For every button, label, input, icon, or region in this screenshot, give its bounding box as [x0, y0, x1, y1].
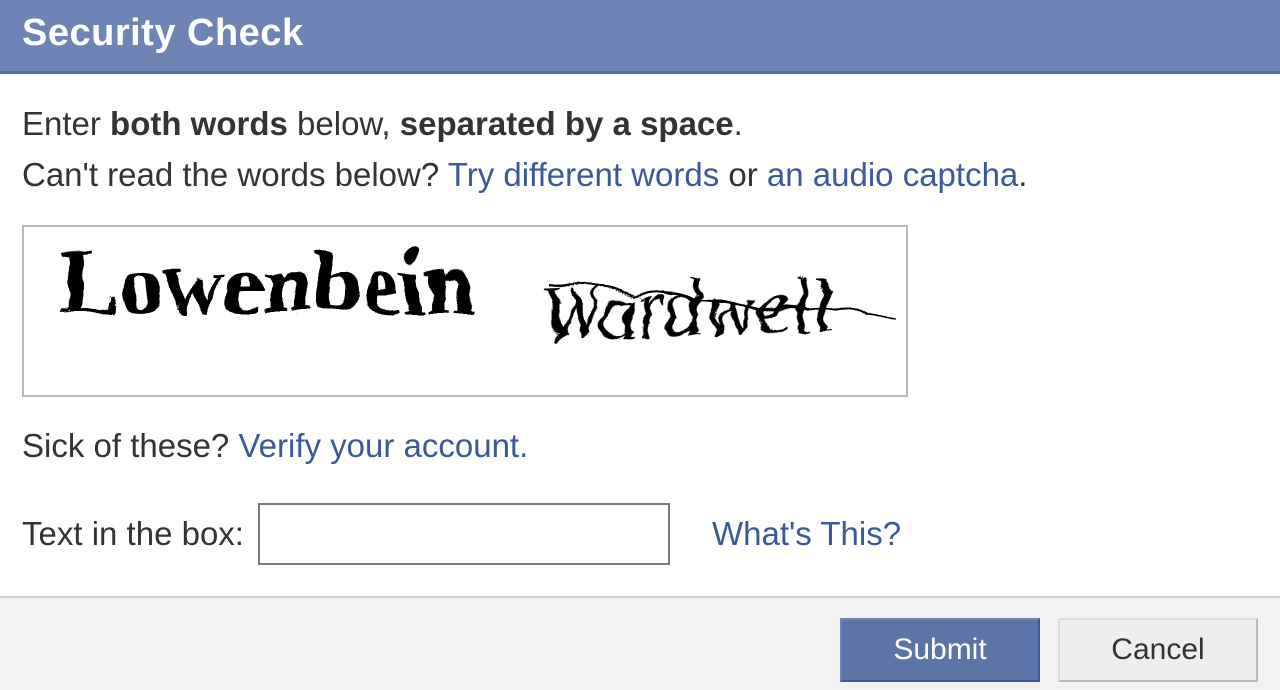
instruction-mid: below, — [288, 105, 400, 142]
dialog-footer: Submit Cancel — [0, 596, 1280, 690]
dialog-body: Enter both words below, separated by a s… — [0, 74, 1280, 583]
instructions-line-2: Can't read the words below? Try differen… — [22, 153, 1258, 198]
dialog-title: Security Check — [22, 12, 1258, 55]
captcha-input-row: Text in the box: What's This? — [22, 503, 1258, 565]
cancel-button[interactable]: Cancel — [1058, 618, 1258, 682]
try-different-words-link[interactable]: Try different words — [448, 156, 719, 193]
instruction-suffix: . — [734, 105, 743, 142]
captcha-distorted-text: Lowenbein Wardwell — [34, 231, 896, 391]
verify-account-link[interactable]: Verify your account. — [238, 427, 528, 464]
captcha-input-label: Text in the box: — [22, 515, 244, 553]
captcha-word-1: Lowenbein — [55, 232, 471, 329]
audio-captcha-link[interactable]: an audio captcha — [767, 156, 1018, 193]
instructions-line-1: Enter both words below, separated by a s… — [22, 102, 1258, 147]
dialog-header: Security Check — [0, 0, 1280, 74]
submit-button[interactable]: Submit — [840, 618, 1040, 682]
instruction-bold-1: both words — [110, 105, 288, 142]
period: . — [1018, 156, 1027, 193]
or-text: or — [719, 156, 767, 193]
captcha-input[interactable] — [258, 503, 670, 565]
sick-prefix: Sick of these? — [22, 427, 238, 464]
whats-this-link[interactable]: What's This? — [712, 515, 901, 553]
instruction-text: Enter — [22, 105, 110, 142]
instruction-bold-2: separated by a space — [400, 105, 734, 142]
sick-of-these-line: Sick of these? Verify your account. — [22, 427, 1258, 465]
cant-read-text: Can't read the words below? — [22, 156, 448, 193]
captcha-image: Lowenbein Wardwell — [22, 225, 908, 397]
